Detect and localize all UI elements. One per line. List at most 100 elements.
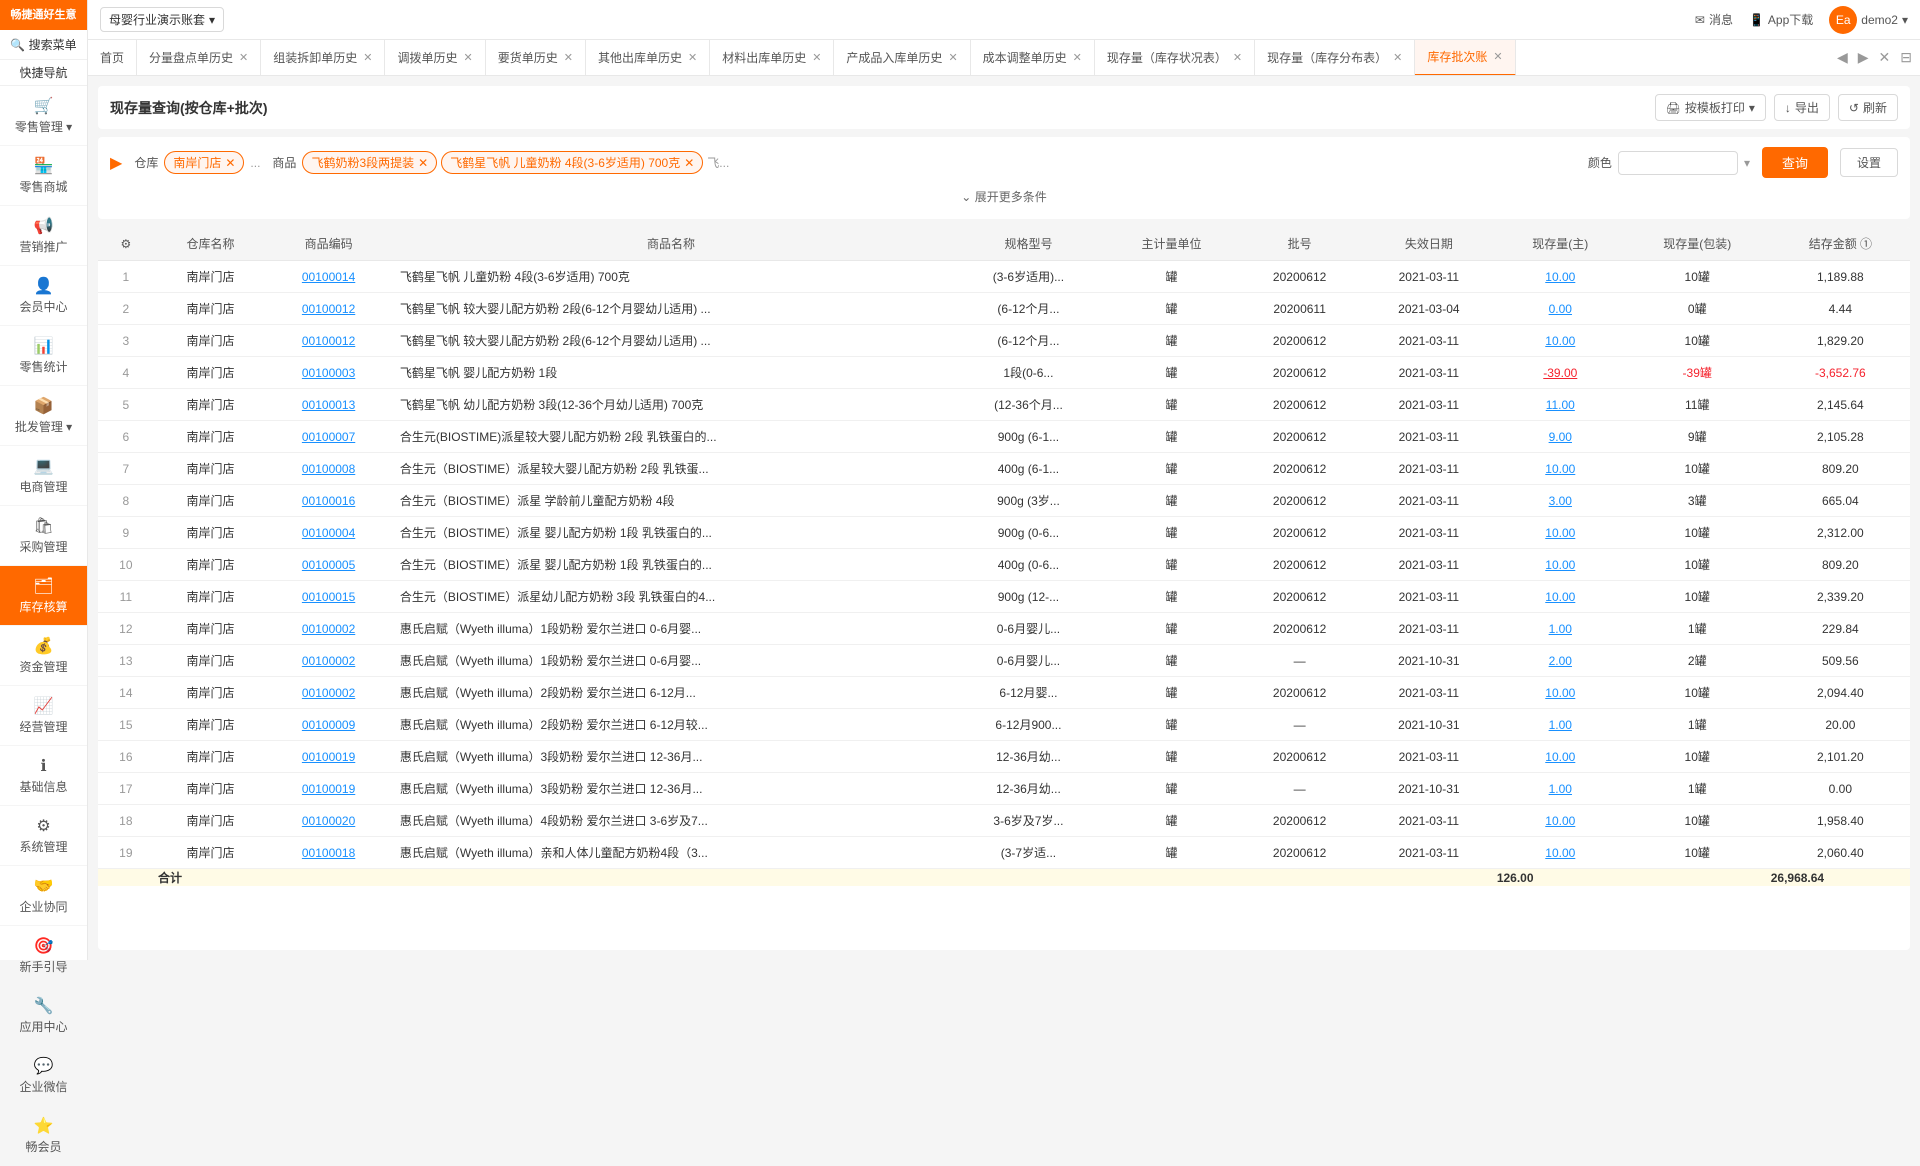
row-code[interactable]: 00100008 xyxy=(267,453,390,485)
row-code[interactable]: 00100012 xyxy=(267,293,390,325)
sidebar-item-4[interactable]: 📊零售统计 xyxy=(0,326,87,386)
row-code[interactable]: 00100007 xyxy=(267,421,390,453)
row-qty[interactable]: 2.00 xyxy=(1497,645,1624,677)
row-qty[interactable]: 10.00 xyxy=(1497,741,1624,773)
export-button[interactable]: ↓ 导出 xyxy=(1774,94,1830,121)
refresh-button[interactable]: ↺ 刷新 xyxy=(1838,94,1898,121)
setting-button[interactable]: 设置 xyxy=(1840,148,1898,177)
tab-close-8[interactable]: ✕ xyxy=(1073,51,1082,64)
user-profile[interactable]: Ea demo2 ▾ xyxy=(1829,6,1908,34)
warehouse-more[interactable]: ... xyxy=(250,156,260,170)
query-button[interactable]: 查询 xyxy=(1762,147,1828,178)
tab-close-3[interactable]: ✕ xyxy=(464,51,473,64)
row-qty[interactable]: 3.00 xyxy=(1497,485,1624,517)
expand-more-button[interactable]: ⌄ 展开更多条件 xyxy=(110,184,1898,209)
tab-close-9[interactable]: ✕ xyxy=(1233,51,1242,64)
row-qty[interactable]: 10.00 xyxy=(1497,517,1624,549)
tab-8[interactable]: 成本调整单历史✕ xyxy=(971,40,1095,76)
row-code[interactable]: 00100019 xyxy=(267,773,390,805)
tab-1[interactable]: 分量盘点单历史✕ xyxy=(137,40,261,76)
sidebar-item-0[interactable]: 🛒零售管理 ▾ xyxy=(0,86,87,146)
filter-expand-left[interactable]: ▶ xyxy=(110,153,122,173)
sidebar-item-9[interactable]: 💰资金管理 xyxy=(0,626,87,686)
row-qty[interactable]: 10.00 xyxy=(1497,805,1624,837)
template-print-button[interactable]: 🖨 按模板打印 ▾ xyxy=(1655,94,1766,121)
row-qty[interactable]: 10.00 xyxy=(1497,677,1624,709)
product-tag-1[interactable]: 飞鹤星飞帆 儿童奶粉 4段(3-6岁适用) 700克 ✕ xyxy=(441,151,703,174)
tab-close-1[interactable]: ✕ xyxy=(239,51,248,64)
row-code[interactable]: 00100003 xyxy=(267,357,390,389)
row-qty[interactable]: 1.00 xyxy=(1497,613,1624,645)
tab-11[interactable]: 库存批次账✕ xyxy=(1415,40,1515,76)
row-qty[interactable]: 10.00 xyxy=(1497,325,1624,357)
row-code[interactable]: 00100014 xyxy=(267,261,390,293)
sidebar-item-3[interactable]: 👤会员中心 xyxy=(0,266,87,326)
row-qty[interactable]: 10.00 xyxy=(1497,837,1624,869)
row-code[interactable]: 00100013 xyxy=(267,389,390,421)
color-input[interactable] xyxy=(1618,151,1738,175)
row-qty[interactable]: 9.00 xyxy=(1497,421,1624,453)
row-code[interactable]: 00100002 xyxy=(267,645,390,677)
sidebar-item-16[interactable]: 💬企业微信 xyxy=(0,1046,87,1106)
warehouse-tag-remove-0[interactable]: ✕ xyxy=(225,156,235,170)
warehouse-tag-0[interactable]: 南岸门店 ✕ xyxy=(164,151,244,174)
product-more[interactable]: 飞... xyxy=(707,154,729,171)
tab-menu-button[interactable]: ⊟ xyxy=(1896,47,1916,68)
sidebar-item-6[interactable]: 💻电商管理 xyxy=(0,446,87,506)
sidebar-item-8[interactable]: 🗂库存核算 xyxy=(0,566,87,626)
row-qty[interactable]: 0.00 xyxy=(1497,293,1624,325)
row-qty[interactable]: 10.00 xyxy=(1497,549,1624,581)
sidebar-quick-nav[interactable]: 快捷导航 xyxy=(0,60,87,86)
sidebar-item-15[interactable]: 🔧应用中心 xyxy=(0,986,87,1046)
row-qty[interactable]: 1.00 xyxy=(1497,773,1624,805)
row-qty[interactable]: 10.00 xyxy=(1497,581,1624,613)
tab-9[interactable]: 现存量（库存状况表）✕ xyxy=(1095,40,1255,76)
tab-7[interactable]: 产成品入库单历史✕ xyxy=(834,40,970,76)
tab-close-10[interactable]: ✕ xyxy=(1393,51,1402,64)
row-code[interactable]: 00100004 xyxy=(267,517,390,549)
tab-close-5[interactable]: ✕ xyxy=(688,51,697,64)
tab-next-button[interactable]: ▶ xyxy=(1854,47,1873,68)
row-qty[interactable]: 1.00 xyxy=(1497,709,1624,741)
tab-0[interactable]: 首页 xyxy=(88,40,137,76)
row-code[interactable]: 00100002 xyxy=(267,613,390,645)
sidebar-item-14[interactable]: 🎯新手引导 xyxy=(0,926,87,986)
row-code[interactable]: 00100020 xyxy=(267,805,390,837)
sidebar-item-5[interactable]: 📦批发管理 ▾ xyxy=(0,386,87,446)
row-code[interactable]: 00100018 xyxy=(267,837,390,869)
row-qty[interactable]: 11.00 xyxy=(1497,389,1624,421)
sidebar-item-11[interactable]: ℹ基础信息 xyxy=(0,746,87,806)
product-tag-0[interactable]: 飞鹤奶粉3段两提装 ✕ xyxy=(302,151,437,174)
sidebar-item-1[interactable]: 🏪零售商城 xyxy=(0,146,87,206)
tab-prev-button[interactable]: ◀ xyxy=(1833,47,1852,68)
filter-expand-icon[interactable]: ▶ xyxy=(110,153,122,173)
app-download-button[interactable]: 📱 App下载 xyxy=(1749,11,1813,28)
tab-6[interactable]: 材料出库单历史✕ xyxy=(710,40,834,76)
sidebar-item-10[interactable]: 📈经营管理 xyxy=(0,686,87,746)
row-qty[interactable]: 10.00 xyxy=(1497,453,1624,485)
row-code[interactable]: 00100015 xyxy=(267,581,390,613)
account-dropdown[interactable]: 母婴行业演示账套 ▾ xyxy=(100,7,224,32)
row-qty[interactable]: -39.00 xyxy=(1497,357,1624,389)
tab-close-6[interactable]: ✕ xyxy=(812,51,821,64)
product-tag-remove-0[interactable]: ✕ xyxy=(418,156,428,170)
sidebar-item-13[interactable]: 🤝企业协同 xyxy=(0,866,87,926)
tab-close-7[interactable]: ✕ xyxy=(948,51,957,64)
tab-close-2[interactable]: ✕ xyxy=(363,51,372,64)
row-qty[interactable]: 10.00 xyxy=(1497,261,1624,293)
row-code[interactable]: 00100019 xyxy=(267,741,390,773)
message-button[interactable]: ✉ 消息 xyxy=(1695,11,1733,28)
tab-3[interactable]: 调拨单历史✕ xyxy=(385,40,485,76)
row-code[interactable]: 00100005 xyxy=(267,549,390,581)
product-tag-remove-1[interactable]: ✕ xyxy=(684,156,694,170)
row-code[interactable]: 00100009 xyxy=(267,709,390,741)
sidebar-item-7[interactable]: 🛍采购管理 xyxy=(0,506,87,566)
tab-5[interactable]: 其他出库单历史✕ xyxy=(586,40,710,76)
tab-close-all-button[interactable]: ✕ xyxy=(1875,47,1895,68)
sidebar-item-2[interactable]: 📢营销推广 xyxy=(0,206,87,266)
tab-close-11[interactable]: ✕ xyxy=(1493,50,1502,63)
tab-close-4[interactable]: ✕ xyxy=(564,51,573,64)
tab-2[interactable]: 组装拆卸单历史✕ xyxy=(261,40,385,76)
sidebar-search[interactable]: 🔍 搜索菜单 xyxy=(0,30,87,60)
row-code[interactable]: 00100012 xyxy=(267,325,390,357)
